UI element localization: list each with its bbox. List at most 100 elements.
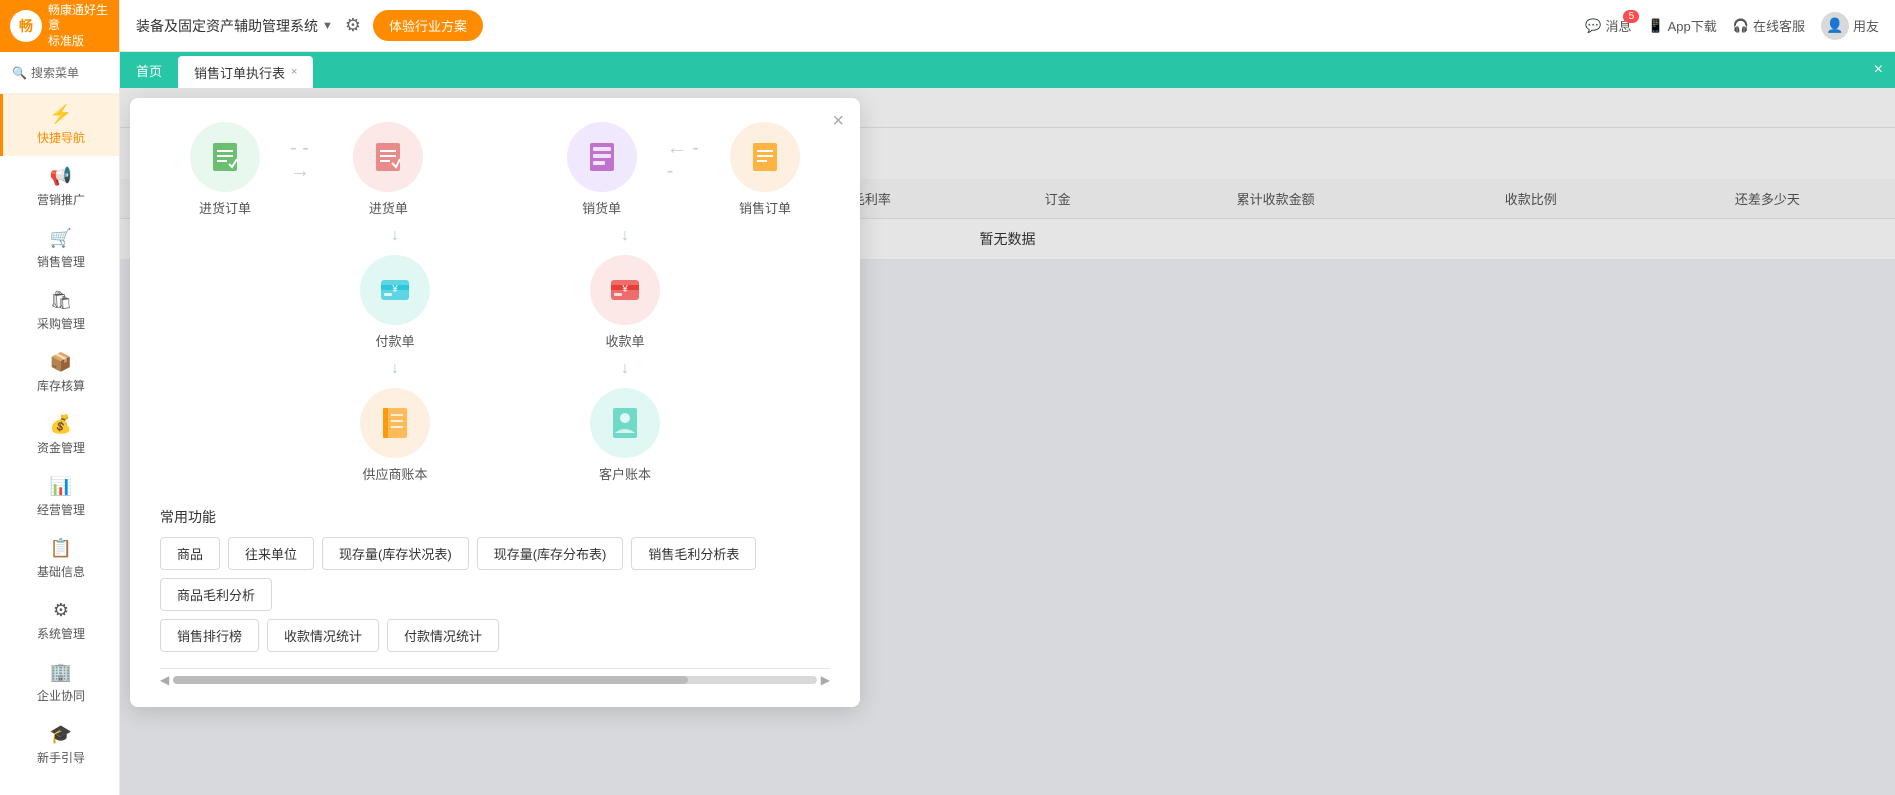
scroll-right-arrow[interactable]: ▶ <box>821 673 830 687</box>
finance-icon: 💰 <box>50 414 72 435</box>
flow-node-purchase-order[interactable]: 进货订单 <box>160 122 290 217</box>
content-area: ❓ 帮助 🖨 按模板打印 ▼ ⬆ 导出 🔄 刷新 <box>120 88 1895 795</box>
scroll-track[interactable] <box>173 676 817 684</box>
receipt-circle: ¥ <box>590 255 660 325</box>
common-func-title: 常用功能 <box>160 507 830 527</box>
close-all-tabs-button[interactable]: × <box>1862 61 1895 79</box>
arrow-down-sales: ↓ <box>560 227 690 245</box>
sidebar-item-inventory[interactable]: 📦 库存核算 <box>0 342 119 404</box>
tab-close-icon[interactable]: × <box>291 66 297 78</box>
flow-col-sales-receipt: 销货单 <box>537 122 667 217</box>
logo-icon: 畅 <box>10 10 42 42</box>
trial-button[interactable]: 体验行业方案 <box>373 10 483 41</box>
svg-text:¥: ¥ <box>391 284 398 295</box>
system-icon: ⚙ <box>53 600 69 621</box>
svg-text:¥: ¥ <box>621 284 628 295</box>
arrow-down-payment: ↓ <box>330 360 460 378</box>
sidebar-item-system[interactable]: ⚙ 系统管理 <box>0 590 119 652</box>
enterprise-icon: 🏢 <box>50 662 72 683</box>
arrow-down-receipt: ↓ <box>560 360 690 378</box>
message-badge: 5 <box>1623 10 1639 23</box>
settings-icon[interactable]: ⚙ <box>345 15 361 36</box>
sidebar-item-sales[interactable]: 🛒 销售管理 <box>0 218 119 280</box>
flow-col-purchase-order: 进货订单 <box>160 122 290 217</box>
flow-col-purchase-receipt: 进货单 <box>323 122 453 217</box>
topbar-right: 💬 消息 5 📱 App下载 🎧 在线客服 👤 用友 <box>1585 12 1879 40</box>
flow-node-customer-ledger[interactable]: 客户账本 <box>560 388 690 483</box>
func-btn-goods-profit[interactable]: 商品毛利分析 <box>160 578 272 611</box>
func-buttons-row-2: 销售排行榜 收款情况统计 付款情况统计 <box>160 619 830 652</box>
system-title-dropdown[interactable]: 装备及固定资产辅助管理系统 ▼ <box>136 16 333 36</box>
func-btn-inventory-dist[interactable]: 现存量(库存分布表) <box>477 537 624 570</box>
scroll-left-arrow[interactable]: ◀ <box>160 673 169 687</box>
popup-scrollbar: ◀ ▶ <box>160 668 830 687</box>
func-btn-sales-profit-analysis[interactable]: 销售毛利分析表 <box>631 537 756 570</box>
sidebar-item-purchase[interactable]: 🛍 采购管理 <box>0 280 119 342</box>
sidebar-nav: ⚡ 快捷导航 📢 营销推广 🛒 销售管理 🛍 采购管理 📦 库存核算 💰 <box>0 94 119 795</box>
online-service-button[interactable]: 🎧 在线客服 <box>1733 16 1805 35</box>
func-btn-unit[interactable]: 往来单位 <box>228 537 314 570</box>
arrow-down-purchase: ↓ <box>330 227 460 245</box>
main-area: 装备及固定资产辅助管理系统 ▼ ⚙ 体验行业方案 💬 消息 5 📱 App下载 … <box>120 0 1895 795</box>
operation-icon: 📊 <box>50 476 72 497</box>
flow-node-receipt[interactable]: ¥ 收款单 <box>560 255 690 350</box>
flow-row-1: 进货订单 - - → <box>160 122 830 217</box>
tab-sales-order-exec[interactable]: 销售订单执行表 × <box>178 56 313 88</box>
scroll-thumb <box>173 676 688 684</box>
flow-row-3: ¥ 付款单 <box>160 255 830 350</box>
sidebar-search[interactable]: 🔍 搜索菜单 <box>0 52 119 94</box>
quick-nav-popup: × <box>130 98 860 707</box>
sidebar-item-operation[interactable]: 📊 经营管理 <box>0 466 119 528</box>
user-menu[interactable]: 👤 用友 <box>1821 12 1879 40</box>
flow-col-receipt: ¥ 收款单 <box>560 255 690 350</box>
sidebar-item-enterprise[interactable]: 🏢 企业协同 <box>0 652 119 714</box>
common-functions: 常用功能 商品 往来单位 现存量(库存状况表) 现存量(库存分布表) 销售毛利分… <box>160 507 830 652</box>
flow-row-2-arrows: ↓ ↓ <box>160 225 830 247</box>
flow-node-supplier-ledger[interactable]: 供应商账本 <box>330 388 460 483</box>
func-btn-inventory-status[interactable]: 现存量(库存状况表) <box>322 537 469 570</box>
system-title: 装备及固定资产辅助管理系统 <box>136 16 318 36</box>
supplier-ledger-circle <box>360 388 430 458</box>
customer-ledger-circle <box>590 388 660 458</box>
func-btn-payment-stats[interactable]: 付款情况统计 <box>387 619 499 652</box>
popup-close-button[interactable]: × <box>832 110 844 133</box>
flow-col-payment: ¥ 付款单 <box>330 255 460 350</box>
purchase-icon: 🛍 <box>50 290 73 311</box>
tabs-bar: 首页 销售订单执行表 × × <box>120 52 1895 88</box>
chevron-down-icon: ▼ <box>322 20 333 32</box>
topbar: 装备及固定资产辅助管理系统 ▼ ⚙ 体验行业方案 💬 消息 5 📱 App下载 … <box>120 0 1895 52</box>
flow-col-supplier-ledger: 供应商账本 <box>330 388 460 483</box>
popup-overlay[interactable]: × <box>120 88 1895 795</box>
purchase-order-circle <box>190 122 260 192</box>
flow-node-sales-order[interactable]: 销售订单 <box>700 122 830 217</box>
sales-order-circle <box>730 122 800 192</box>
tab-home[interactable]: 首页 <box>120 52 178 88</box>
flow-row-4-arrows: ↓ ↓ <box>160 358 830 380</box>
marketing-icon: 📢 <box>50 166 72 187</box>
flow-node-payment[interactable]: ¥ 付款单 <box>330 255 460 350</box>
flow-node-sales-receipt[interactable]: 销货单 <box>537 122 667 217</box>
flow-row-5: 供应商账本 <box>160 388 830 483</box>
guide-icon: 🎓 <box>50 724 72 745</box>
func-btn-goods[interactable]: 商品 <box>160 537 220 570</box>
message-icon: 💬 <box>1585 18 1601 34</box>
sidebar-item-finance[interactable]: 💰 资金管理 <box>0 404 119 466</box>
sidebar-item-quick-nav[interactable]: ⚡ 快捷导航 <box>0 94 119 156</box>
search-icon: 🔍 <box>12 66 27 80</box>
sidebar-item-marketing[interactable]: 📢 营销推广 <box>0 156 119 218</box>
download-icon: 📱 <box>1647 18 1663 34</box>
sidebar-item-guide[interactable]: 🎓 新手引导 <box>0 714 119 776</box>
user-avatar: 👤 <box>1821 12 1849 40</box>
sales-icon: 🛒 <box>50 228 72 249</box>
flow-node-purchase-receipt[interactable]: 进货单 <box>323 122 453 217</box>
func-btn-sales-rank[interactable]: 销售排行榜 <box>160 619 259 652</box>
search-menu-button[interactable]: 🔍 搜索菜单 <box>8 60 111 85</box>
sidebar: 畅 畅康通好生意 标准版 🔍 搜索菜单 ⚡ 快捷导航 📢 营销推广 🛒 <box>0 0 120 795</box>
sidebar-item-basic-info[interactable]: 📋 基础信息 <box>0 528 119 590</box>
app-download-button[interactable]: 📱 App下载 <box>1647 16 1716 35</box>
purchase-receipt-circle <box>353 122 423 192</box>
func-btn-receipt-stats[interactable]: 收款情况统计 <box>267 619 379 652</box>
arrow-purchase-order-to-receipt: - - → <box>290 137 323 203</box>
basic-info-icon: 📋 <box>50 538 72 559</box>
messages-button[interactable]: 💬 消息 5 <box>1585 16 1631 35</box>
